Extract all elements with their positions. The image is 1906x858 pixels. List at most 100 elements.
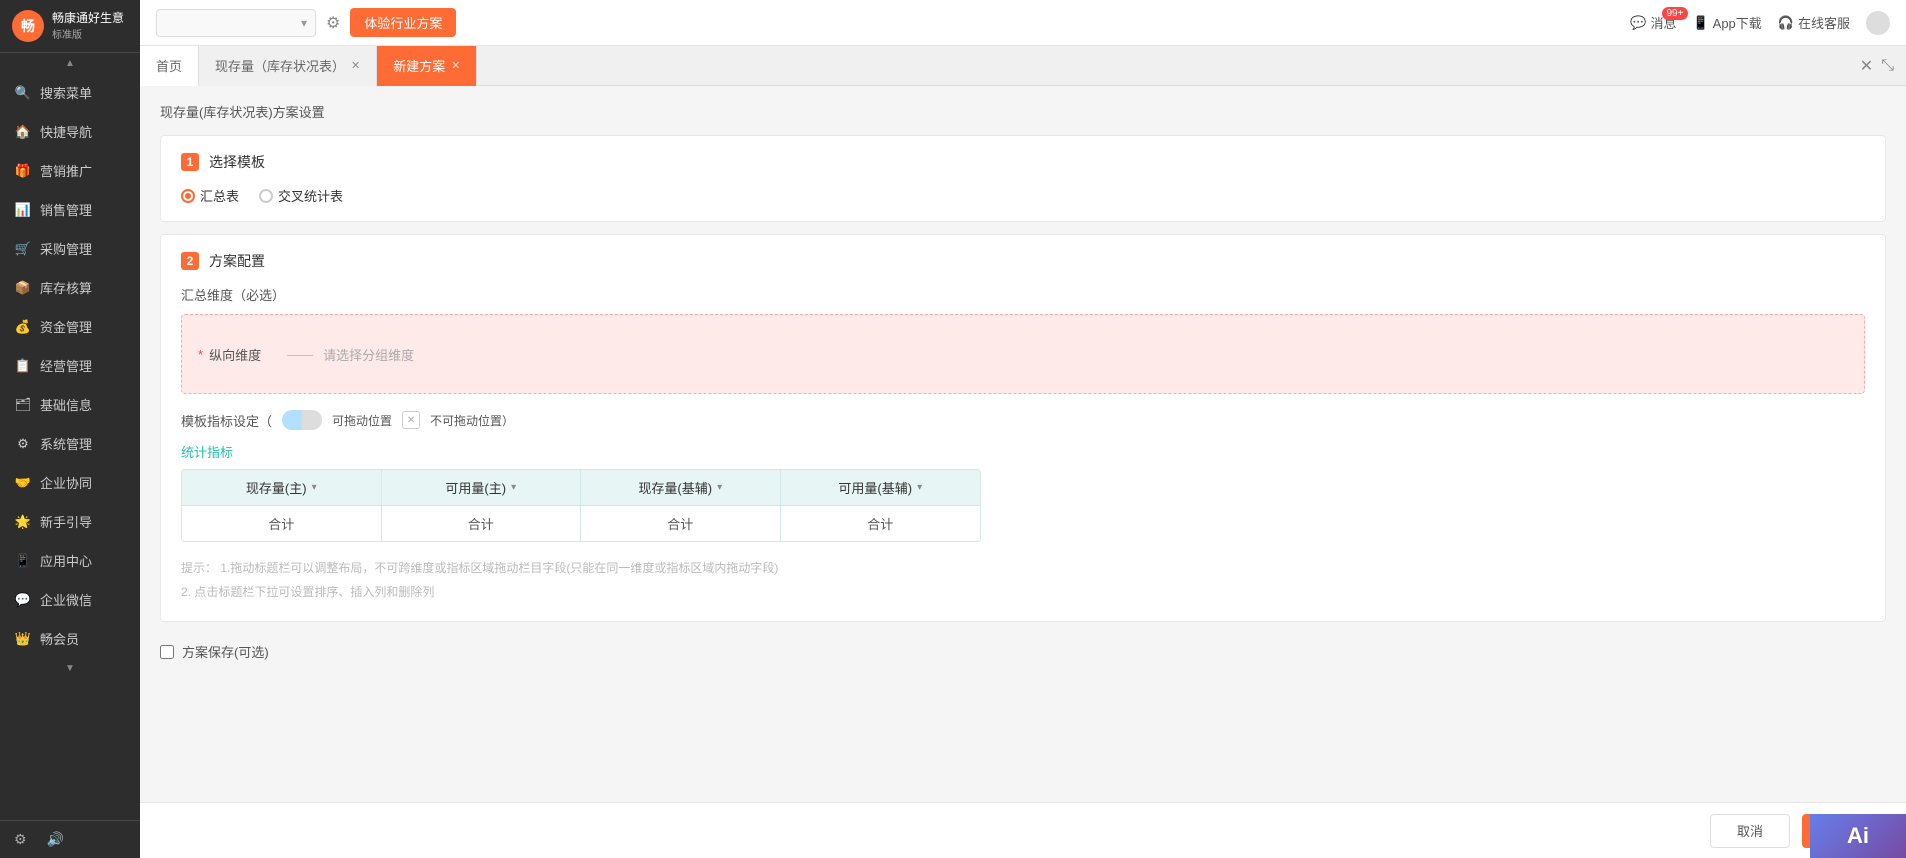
stats-col-label-3: 可用量(基辅) bbox=[838, 478, 912, 497]
sidebar-item-inventory[interactable]: 📦 库存核算 bbox=[0, 268, 140, 307]
tip-1: 2. 点击标题栏下拉可设置排序、插入列和删除列 bbox=[181, 582, 1865, 604]
stats-col-header-0[interactable]: 现存量(主) ▾ bbox=[182, 470, 382, 505]
indicator-label: 模板指标设定（ bbox=[181, 411, 272, 430]
speaker-icon[interactable]: 🔊 bbox=[47, 831, 64, 848]
sidebar-icon-purchase: 🛒 bbox=[14, 240, 32, 258]
sidebar-label-finance: 资金管理 bbox=[40, 317, 92, 336]
stats-col-header-3[interactable]: 可用量(基辅) ▾ bbox=[781, 470, 981, 505]
tab-inventory-close[interactable]: ✕ bbox=[351, 59, 360, 72]
sidebar-label-business: 经营管理 bbox=[40, 356, 92, 375]
sidebar-icon-appcenter: 📱 bbox=[14, 552, 32, 570]
sidebar-label-system: 系统管理 bbox=[40, 434, 92, 453]
sidebar-icon-newguide: 🌟 bbox=[14, 513, 32, 531]
sidebar-item-purchase[interactable]: 🛒 采购管理 bbox=[0, 229, 140, 268]
sidebar-icon-cooperation: 🤝 bbox=[14, 474, 32, 492]
stats-col-label-2: 现存量(基辅) bbox=[638, 478, 712, 497]
indicator-draggable-label: 可拖动位置 bbox=[332, 412, 392, 429]
sidebar-scroll-down[interactable]: ▼ bbox=[0, 658, 140, 678]
tab-inventory-label: 现存量（库存状况表） bbox=[215, 56, 345, 75]
step1-num: 1 bbox=[181, 153, 199, 171]
topbar-right: 💬 消息 99+ 📱 App下载 🎧 在线客服 bbox=[1630, 11, 1890, 35]
app-download-button[interactable]: 📱 App下载 bbox=[1692, 13, 1761, 32]
col-3-arrow: ▾ bbox=[917, 482, 922, 493]
stats-cell-0-2: 合计 bbox=[581, 506, 781, 541]
sidebar-item-appcenter[interactable]: 📱 应用中心 bbox=[0, 541, 140, 580]
col-1-arrow: ▾ bbox=[511, 482, 516, 493]
template-radio-group: 汇总表 交叉统计表 bbox=[181, 186, 1865, 205]
tab-new-plan-close[interactable]: ✕ bbox=[451, 59, 460, 72]
ai-badge[interactable]: Ai bbox=[1810, 814, 1906, 858]
sidebar-item-marketing[interactable]: 🎁 营销推广 bbox=[0, 151, 140, 190]
service-button[interactable]: 🎧 在线客服 bbox=[1778, 13, 1850, 32]
search-box[interactable]: ▾ bbox=[156, 9, 316, 37]
tab-inventory[interactable]: 现存量（库存状况表） ✕ bbox=[199, 46, 377, 86]
sidebar-item-weixin[interactable]: 💬 企业微信 bbox=[0, 580, 140, 619]
step1-header: 1 选择模板 bbox=[181, 152, 1865, 172]
app-download-label: App下载 bbox=[1713, 13, 1762, 32]
save-checkbox[interactable] bbox=[160, 645, 174, 659]
dimension-label: 汇总维度（必选） bbox=[181, 285, 1865, 304]
step2-card: 2 方案配置 汇总维度（必选） * 纵向维度 —— 请选择分组维度 模板指标设定… bbox=[160, 234, 1886, 622]
stats-col-header-2[interactable]: 现存量(基辅) ▾ bbox=[581, 470, 781, 505]
sidebar-icon-marketing: 🎁 bbox=[14, 162, 32, 180]
tabbar: 首页 现存量（库存状况表） ✕ 新建方案 ✕ ✕ ⤡ bbox=[140, 46, 1906, 86]
tab-home-label: 首页 bbox=[156, 56, 182, 75]
sidebar-label-inventory: 库存核算 bbox=[40, 278, 92, 297]
sidebar-item-business[interactable]: 📋 经营管理 bbox=[0, 346, 140, 385]
sidebar-icon-member: 👑 bbox=[14, 630, 32, 648]
topbar-gear-icon[interactable]: ⚙ bbox=[326, 13, 340, 33]
content-area: 现存量(库存状况表)方案设置 1 选择模板 汇总表 交叉统计表 bbox=[140, 86, 1906, 802]
sidebar-item-sales[interactable]: 📊 销售管理 bbox=[0, 190, 140, 229]
app-logo-icon: 畅 bbox=[12, 10, 44, 42]
sidebar-bottom: ⚙ 🔊 bbox=[0, 820, 140, 858]
dimension-zone[interactable]: * 纵向维度 —— 请选择分组维度 bbox=[181, 314, 1865, 394]
user-button[interactable] bbox=[1866, 11, 1890, 35]
tab-home[interactable]: 首页 bbox=[140, 46, 199, 86]
tips-section: 提示： 1.拖动标题栏可以调整布局，不可跨维度或指标区域拖动栏目字段(只能在同一… bbox=[181, 558, 1865, 603]
sidebar-item-system[interactable]: ⚙ 系统管理 bbox=[0, 424, 140, 463]
sidebar-icon-finance: 💰 bbox=[14, 318, 32, 336]
radio-cross[interactable]: 交叉统计表 bbox=[259, 186, 343, 205]
stats-col-header-1[interactable]: 可用量(主) ▾ bbox=[382, 470, 582, 505]
sidebar-item-quicknav[interactable]: 🏠 快捷导航 bbox=[0, 112, 140, 151]
sidebar-item-member[interactable]: 👑 畅会员 bbox=[0, 619, 140, 658]
col-2-arrow: ▾ bbox=[717, 482, 722, 493]
message-button[interactable]: 💬 消息 99+ bbox=[1630, 13, 1676, 32]
sidebar-item-basicinfo[interactable]: 🗂 基础信息 bbox=[0, 385, 140, 424]
stats-table-body: 合计 合计 合计 合计 bbox=[182, 506, 980, 541]
settings-icon[interactable]: ⚙ bbox=[14, 831, 27, 848]
tabbar-close-icon[interactable]: ✕ bbox=[1860, 56, 1873, 76]
stats-col-label-0: 现存量(主) bbox=[246, 478, 307, 497]
step2-num: 2 bbox=[181, 252, 199, 270]
indicator-draggable-toggle[interactable] bbox=[282, 410, 322, 430]
radio-cross-circle bbox=[259, 189, 273, 203]
sidebar-label-appcenter: 应用中心 bbox=[40, 551, 92, 570]
step2-title: 方案配置 bbox=[209, 251, 265, 271]
page-title: 现存量(库存状况表)方案设置 bbox=[160, 102, 1886, 121]
sidebar-icon-quicknav: 🏠 bbox=[14, 123, 32, 141]
dimension-placeholder: 请选择分组维度 bbox=[323, 345, 414, 364]
cancel-button[interactable]: 取消 bbox=[1710, 814, 1790, 848]
sidebar: 畅 畅康通好生意 标准版 ▲ 🔍 搜索菜单 🏠 快捷导航 🎁 营销推广 📊 销售… bbox=[0, 0, 140, 858]
main-area: ▾ ⚙ 体验行业方案 💬 消息 99+ 📱 App下载 🎧 在线客服 bbox=[140, 0, 1906, 858]
sidebar-item-newguide[interactable]: 🌟 新手引导 bbox=[0, 502, 140, 541]
sidebar-label-newguide: 新手引导 bbox=[40, 512, 92, 531]
trial-button[interactable]: 体验行业方案 bbox=[350, 8, 456, 37]
tabbar-expand-icon[interactable]: ⤡ bbox=[1881, 57, 1894, 75]
sidebar-scroll-up[interactable]: ▲ bbox=[0, 53, 140, 73]
message-icon: 💬 bbox=[1630, 15, 1646, 31]
sidebar-logo: 畅 畅康通好生意 标准版 bbox=[0, 0, 140, 53]
tabbar-right: ✕ ⤡ bbox=[1860, 56, 1906, 76]
sidebar-item-search[interactable]: 🔍 搜索菜单 bbox=[0, 73, 140, 112]
sidebar-item-cooperation[interactable]: 🤝 企业协同 bbox=[0, 463, 140, 502]
topbar: ▾ ⚙ 体验行业方案 💬 消息 99+ 📱 App下载 🎧 在线客服 bbox=[140, 0, 1906, 46]
dimension-required: * bbox=[198, 347, 203, 362]
stats-cell-0-1: 合计 bbox=[382, 506, 582, 541]
radio-summary[interactable]: 汇总表 bbox=[181, 186, 239, 205]
stats-table: 现存量(主) ▾ 可用量(主) ▾ 现存量(基辅) ▾ bbox=[181, 469, 981, 542]
sidebar-icon-basicinfo: 🗂 bbox=[14, 396, 32, 414]
tab-new-plan[interactable]: 新建方案 ✕ bbox=[377, 46, 477, 86]
search-dropdown-icon[interactable]: ▾ bbox=[301, 16, 307, 30]
sidebar-item-finance[interactable]: 💰 资金管理 bbox=[0, 307, 140, 346]
service-icon: 🎧 bbox=[1778, 15, 1794, 31]
